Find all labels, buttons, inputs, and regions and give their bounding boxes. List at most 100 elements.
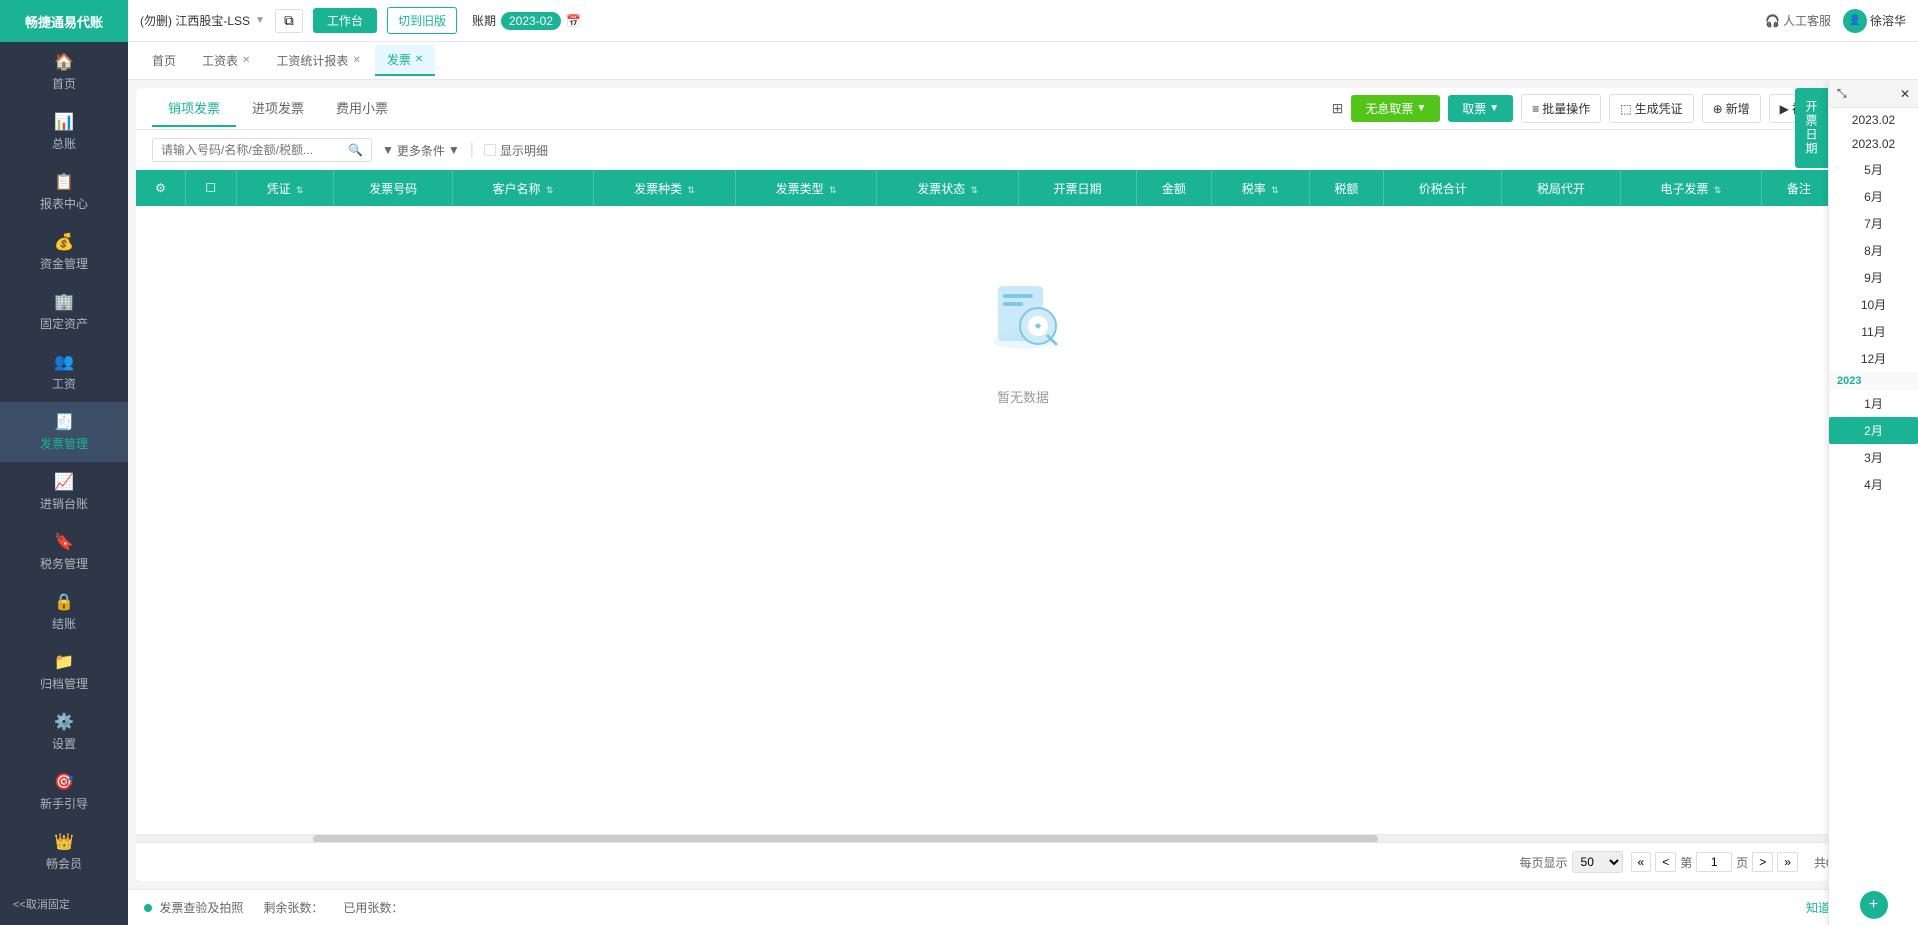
batch-ops-icon: ≡ bbox=[1532, 102, 1539, 116]
date-panel-close-icon[interactable]: ✕ bbox=[1900, 87, 1910, 101]
sidebar-item-home[interactable]: 🏠 首页 bbox=[0, 42, 128, 102]
new-label: 新增 bbox=[1726, 100, 1750, 117]
tab-home[interactable]: 首页 bbox=[140, 46, 188, 75]
no-ticket-button[interactable]: 无息取票 ▼ bbox=[1351, 95, 1440, 122]
more-filter-button[interactable]: ▼ 更多条件 ▼ bbox=[382, 142, 460, 159]
prev-page-button[interactable]: < bbox=[1655, 852, 1676, 872]
period-value[interactable]: 2023-02 bbox=[501, 12, 561, 30]
date-panel-expand-icon[interactable]: ⤡ bbox=[1837, 86, 1847, 101]
new-button[interactable]: ⊕ 新增 bbox=[1702, 94, 1761, 123]
workbench-button[interactable]: 工作台 bbox=[313, 8, 377, 33]
status-sort-icon[interactable]: ⇅ bbox=[971, 185, 979, 195]
col-settings[interactable]: ⚙ bbox=[136, 170, 186, 206]
batch-ops-button[interactable]: ≡ 批量操作 bbox=[1521, 94, 1601, 123]
copy-button[interactable]: ⧉ bbox=[275, 9, 303, 33]
date-entry-12[interactable]: 12月 bbox=[1829, 345, 1918, 372]
page-word: 第 bbox=[1680, 854, 1692, 871]
customer-sort-icon[interactable]: ⇅ bbox=[546, 185, 554, 195]
period-label: 账期 bbox=[472, 12, 496, 29]
sub-tab-sales-label: 销项发票 bbox=[168, 101, 220, 116]
cert-sort-icon[interactable]: ⇅ bbox=[296, 185, 304, 195]
col-cert: 凭证 ⇅ bbox=[236, 170, 334, 206]
next-page-button[interactable]: > bbox=[1752, 852, 1773, 872]
sidebar-item-invoice[interactable]: 🧾 发票管理 bbox=[0, 402, 128, 462]
tax-rate-sort-icon[interactable]: ⇅ bbox=[1271, 185, 1279, 195]
tab-salary-report[interactable]: 工资统计报表 ✕ bbox=[264, 46, 372, 75]
sidebar-item-sales[interactable]: 📈 进销台账 bbox=[0, 462, 128, 522]
sidebar-item-settings[interactable]: ⚙️ 设置 bbox=[0, 702, 128, 762]
date-entry-6[interactable]: 6月 bbox=[1829, 183, 1918, 210]
sidebar-item-tax[interactable]: 🔖 税务管理 bbox=[0, 522, 128, 582]
funds-icon: 💰 bbox=[54, 232, 74, 252]
generate-cert-button[interactable]: ⬚ 生成凭证 bbox=[1609, 94, 1693, 123]
search-input[interactable] bbox=[161, 143, 343, 157]
open-period-button[interactable]: 开票日期 bbox=[1795, 88, 1828, 168]
sub-tab-purchase-invoice[interactable]: 进项发票 bbox=[236, 90, 320, 127]
sidebar-item-archive[interactable]: 📁 归档管理 bbox=[0, 642, 128, 702]
ledger-icon: 📊 bbox=[54, 112, 74, 132]
date-entry-2023-02-second[interactable]: 2023.02 bbox=[1829, 132, 1918, 156]
tab-salary-report-label: 工资统计报表 bbox=[276, 52, 348, 69]
company-selector[interactable]: (勿删) 江西股宝-LSS ▼ bbox=[140, 12, 265, 29]
date-entry-1[interactable]: 1月 bbox=[1829, 390, 1918, 417]
old-version-button[interactable]: 切到旧版 bbox=[387, 7, 457, 34]
date-entry-4[interactable]: 4月 bbox=[1829, 471, 1918, 498]
tab-salary[interactable]: 工资表 ✕ bbox=[190, 46, 262, 75]
service-label: 人工客服 bbox=[1783, 12, 1831, 29]
filter-icon: ▼ bbox=[382, 143, 394, 157]
sidebar-item-assets[interactable]: 🏢 固定资产 bbox=[0, 282, 128, 342]
tab-salary-report-close[interactable]: ✕ bbox=[352, 55, 360, 66]
date-entry-8[interactable]: 8月 bbox=[1829, 237, 1918, 264]
user-name: 徐溶华 bbox=[1870, 12, 1906, 29]
date-entry-3[interactable]: 3月 bbox=[1829, 444, 1918, 471]
sidebar-item-salary[interactable]: 👥 工资 bbox=[0, 342, 128, 402]
first-page-button[interactable]: « bbox=[1631, 852, 1652, 872]
sidebar-item-funds[interactable]: 💰 资金管理 bbox=[0, 222, 128, 282]
sidebar-item-label: 首页 bbox=[52, 75, 76, 92]
tax-icon: 🔖 bbox=[54, 532, 74, 552]
sub-tab-sales-invoice[interactable]: 销项发票 bbox=[152, 90, 236, 127]
sidebar-item-member[interactable]: 👑 畅会员 bbox=[0, 822, 128, 882]
page-number-input[interactable] bbox=[1696, 852, 1732, 872]
sub-tab-expense-ticket[interactable]: 费用小票 bbox=[320, 90, 404, 127]
date-entry-10[interactable]: 10月 bbox=[1829, 291, 1918, 318]
date-entry-2-active[interactable]: 2月 bbox=[1829, 417, 1918, 444]
sidebar-item-reports[interactable]: 📋 报表中心 bbox=[0, 162, 128, 222]
col-invoice-no: 发票号码 bbox=[334, 170, 452, 206]
col-tax-rate: 税率 ⇅ bbox=[1211, 170, 1309, 206]
sidebar-item-ledger[interactable]: 📊 总账 bbox=[0, 102, 128, 162]
col-checkbox[interactable]: ☐ bbox=[186, 170, 236, 206]
date-entry-2023-02-first[interactable]: 2023.02 bbox=[1829, 108, 1918, 132]
company-dropdown-icon: ▼ bbox=[255, 15, 265, 26]
show-detail-checkbox[interactable] bbox=[484, 144, 496, 156]
tab-invoice-close[interactable]: ✕ bbox=[415, 54, 423, 65]
sidebar-item-closing[interactable]: 🔒 结账 bbox=[0, 582, 128, 642]
col-tax-bureau: 税局代开 bbox=[1502, 170, 1620, 206]
search-icon[interactable]: 🔍 bbox=[348, 143, 363, 157]
unpin-button[interactable]: <<取消固定 bbox=[8, 891, 120, 917]
user-profile[interactable]: 👤 徐溶华 bbox=[1843, 9, 1906, 33]
date-entry-5[interactable]: 5月 bbox=[1829, 156, 1918, 183]
tab-salary-close[interactable]: ✕ bbox=[242, 55, 250, 66]
col-tax: 税额 bbox=[1309, 170, 1384, 206]
horizontal-scrollbar[interactable] bbox=[136, 834, 1910, 842]
date-entry-11[interactable]: 11月 bbox=[1829, 318, 1918, 345]
page-size-select[interactable]: 50 10 20 100 bbox=[1572, 851, 1623, 873]
date-panel-scroll[interactable]: 2023.02 2023.02 5月 6月 7月 8月 9月 10月 11月 1… bbox=[1829, 108, 1918, 885]
sidebar-item-label: 新手引导 bbox=[40, 795, 88, 812]
main-area: (勿删) 江西股宝-LSS ▼ ⧉ 工作台 切到旧版 账期 2023-02 📅 … bbox=[128, 0, 1918, 925]
sidebar-item-label: 固定资产 bbox=[40, 315, 88, 332]
take-ticket-button[interactable]: 取票 ▼ bbox=[1448, 95, 1513, 122]
date-entry-9[interactable]: 9月 bbox=[1829, 264, 1918, 291]
sub-tab-expense-label: 费用小票 bbox=[336, 101, 388, 116]
tab-invoice[interactable]: 发票 ✕ bbox=[375, 45, 435, 76]
sidebar-item-guide[interactable]: 🎯 新手引导 bbox=[0, 762, 128, 822]
show-detail-toggle[interactable]: 显示明细 bbox=[484, 142, 548, 159]
date-entry-7[interactable]: 7月 bbox=[1829, 210, 1918, 237]
inv-type-sort-icon[interactable]: ⇅ bbox=[829, 185, 837, 195]
tab-invoice-label: 发票 bbox=[387, 51, 411, 68]
date-panel-add-button[interactable]: + bbox=[1860, 891, 1888, 919]
service-button[interactable]: 🎧 人工客服 bbox=[1765, 12, 1831, 29]
electronic-sort-icon[interactable]: ⇅ bbox=[1714, 185, 1722, 195]
type-sort-icon[interactable]: ⇅ bbox=[687, 185, 695, 195]
